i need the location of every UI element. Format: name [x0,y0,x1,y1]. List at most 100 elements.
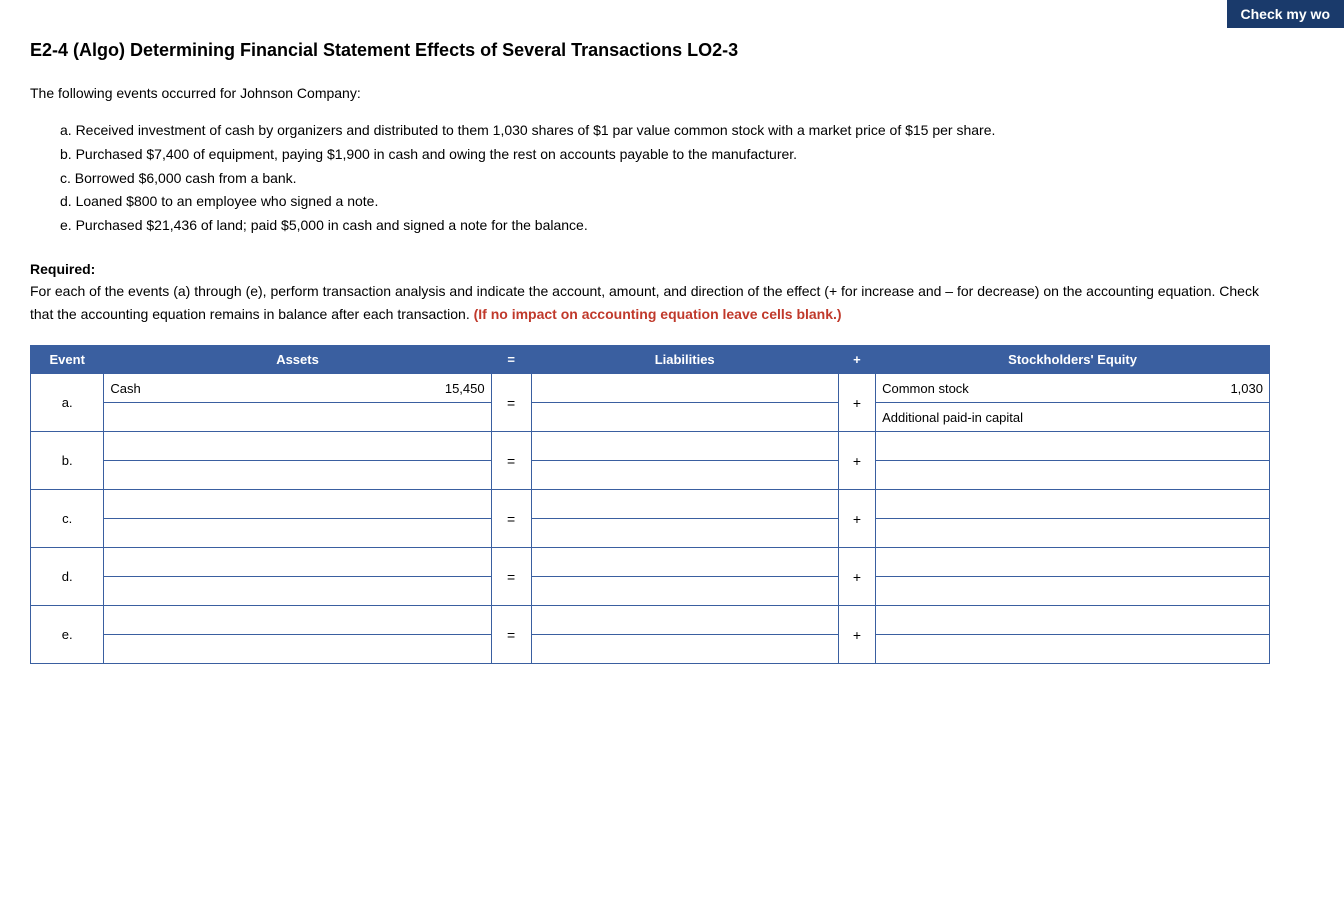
asset-num-input[interactable] [411,577,491,605]
assets-cell[interactable] [104,606,491,635]
assets-cell[interactable] [104,548,491,577]
se-text-input[interactable] [876,435,1189,458]
se-cell[interactable] [876,432,1270,461]
liab-text-input[interactable] [532,406,758,429]
equals-sign: = [491,490,531,548]
liab-text-input[interactable] [532,638,758,661]
asset-num-input[interactable] [411,432,491,460]
asset-num-input[interactable] [411,403,491,431]
liab-text-input[interactable] [532,464,758,487]
se-num-input[interactable] [1189,493,1269,516]
asset-text-input[interactable] [104,519,410,547]
se-num-input[interactable] [1189,522,1269,545]
liabilities-cell[interactable] [531,461,838,490]
se-text-input[interactable] [876,406,1189,429]
liab-num-input[interactable] [758,522,838,545]
se-num-input[interactable] [1189,406,1269,429]
se-cell[interactable] [876,519,1270,548]
se-num-input[interactable] [1189,609,1269,632]
liab-text-input[interactable] [532,609,758,632]
event-b: b. Purchased $7,400 of equipment, paying… [60,143,1270,167]
liabilities-cell[interactable] [531,635,838,664]
liabilities-cell[interactable] [531,432,838,461]
assets-cell[interactable] [104,403,491,432]
page-title: E2-4 (Algo) Determining Financial Statem… [30,40,1270,61]
col-header-assets: Assets [104,346,491,374]
se-text-input[interactable] [876,551,1189,574]
se-text-input[interactable] [876,377,1189,400]
asset-text-input[interactable] [104,577,410,605]
se-cell[interactable] [876,461,1270,490]
table-row: e.=+ [31,606,1270,635]
se-text-input[interactable] [876,493,1189,516]
asset-text-input[interactable] [104,490,410,518]
liab-text-input[interactable] [532,551,758,574]
col-header-plus: + [838,346,875,374]
asset-text-input[interactable] [104,548,410,576]
se-cell[interactable] [876,635,1270,664]
event-label-c: c. [31,490,104,548]
asset-num-input[interactable] [411,519,491,547]
se-num-input[interactable] [1189,464,1269,487]
se-text-input[interactable] [876,609,1189,632]
assets-cell[interactable] [104,461,491,490]
check-my-work-button[interactable]: Check my wo [1227,0,1344,28]
se-cell[interactable] [876,490,1270,519]
liabilities-cell[interactable] [531,490,838,519]
se-text-input[interactable] [876,464,1189,487]
asset-num-input[interactable] [411,374,491,402]
liab-text-input[interactable] [532,522,758,545]
col-header-se: Stockholders' Equity [876,346,1270,374]
liabilities-cell[interactable] [531,403,838,432]
asset-text-input[interactable] [104,635,410,663]
liabilities-cell[interactable] [531,519,838,548]
se-cell[interactable] [876,548,1270,577]
liab-text-input[interactable] [532,435,758,458]
se-text-input[interactable] [876,522,1189,545]
se-cell[interactable] [876,577,1270,606]
se-num-input[interactable] [1189,377,1269,400]
assets-cell[interactable] [104,635,491,664]
liab-num-input[interactable] [758,377,838,400]
liab-num-input[interactable] [758,406,838,429]
se-num-input[interactable] [1189,638,1269,661]
liabilities-cell[interactable] [531,606,838,635]
liab-num-input[interactable] [758,638,838,661]
liabilities-cell[interactable] [531,577,838,606]
liab-text-input[interactable] [532,493,758,516]
asset-num-input[interactable] [411,490,491,518]
se-text-input[interactable] [876,580,1189,603]
se-num-input[interactable] [1189,435,1269,458]
asset-text-input[interactable] [104,461,410,489]
intro-text: The following events occurred for Johnso… [30,85,1270,101]
assets-cell[interactable] [104,519,491,548]
se-cell[interactable] [876,374,1270,403]
liab-num-input[interactable] [758,609,838,632]
liab-num-input[interactable] [758,464,838,487]
liab-num-input[interactable] [758,435,838,458]
liabilities-cell[interactable] [531,548,838,577]
assets-cell[interactable] [104,490,491,519]
assets-cell[interactable] [104,577,491,606]
asset-text-input[interactable] [104,403,410,431]
liab-num-input[interactable] [758,580,838,603]
liab-num-input[interactable] [758,493,838,516]
se-num-input[interactable] [1189,551,1269,574]
liab-text-input[interactable] [532,580,758,603]
asset-text-input[interactable] [104,374,410,402]
liabilities-cell[interactable] [531,374,838,403]
asset-text-input[interactable] [104,432,410,460]
asset-num-input[interactable] [411,461,491,489]
asset-text-input[interactable] [104,606,410,634]
se-text-input[interactable] [876,638,1189,661]
assets-cell[interactable] [104,374,491,403]
se-num-input[interactable] [1189,580,1269,603]
asset-num-input[interactable] [411,635,491,663]
se-cell[interactable] [876,606,1270,635]
asset-num-input[interactable] [411,548,491,576]
asset-num-input[interactable] [411,606,491,634]
liab-num-input[interactable] [758,551,838,574]
se-cell[interactable] [876,403,1270,432]
liab-text-input[interactable] [532,377,758,400]
assets-cell[interactable] [104,432,491,461]
